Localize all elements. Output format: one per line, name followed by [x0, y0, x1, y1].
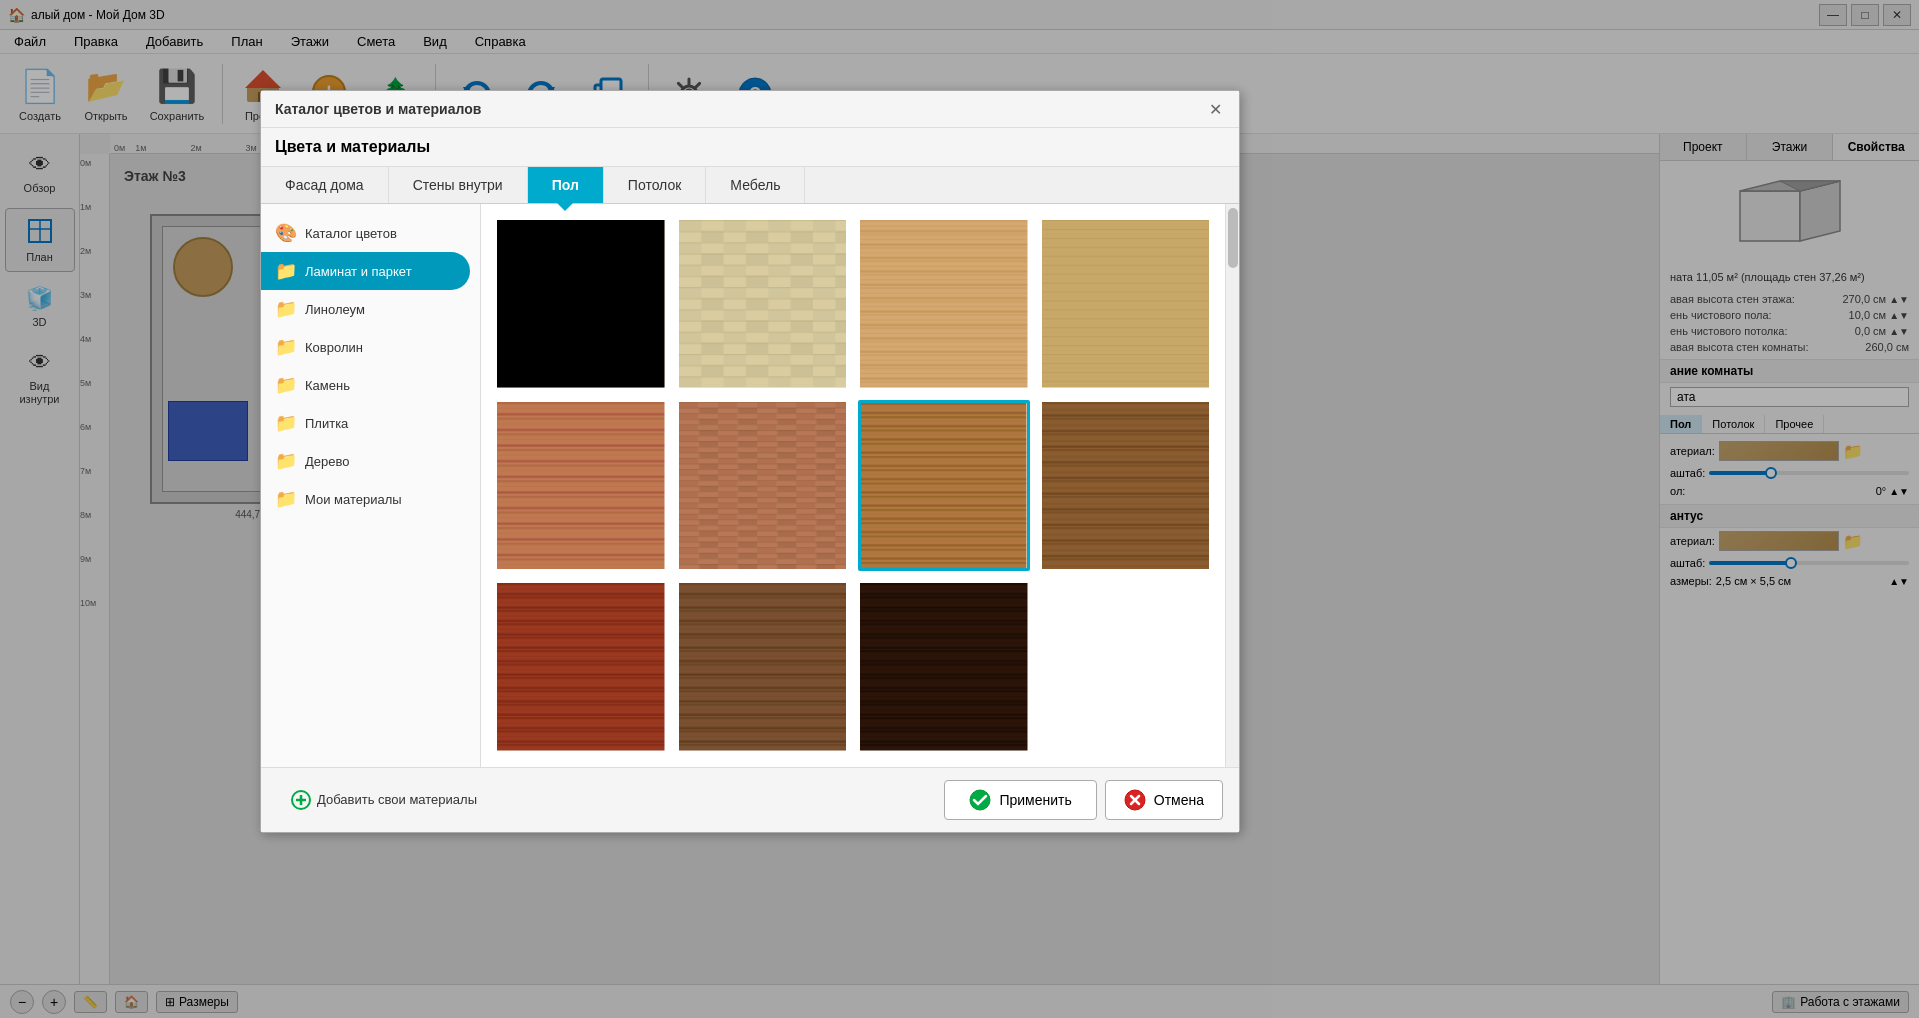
- material-thumb-5[interactable]: [677, 400, 849, 572]
- cat-tile-label: Плитка: [305, 416, 348, 431]
- material-svg-0: [497, 220, 665, 388]
- modal-overlay: Каталог цветов и материалов ✕ Цвета и ма…: [0, 0, 1919, 1018]
- svg-rect-36: [860, 220, 1028, 388]
- cat-carpet[interactable]: 📁 Ковролин: [261, 328, 480, 366]
- cat-stone[interactable]: 📁 Камень: [261, 366, 480, 404]
- material-thumb-2[interactable]: [858, 218, 1030, 390]
- material-svg-3: [1042, 220, 1210, 388]
- material-thumb-0[interactable]: [495, 218, 667, 390]
- modal-action-buttons: Применить Отмена: [944, 780, 1223, 820]
- modal-footer: Добавить свои материалы Применить: [261, 767, 1239, 832]
- cat-linoleum[interactable]: 📁 Линолеум: [261, 290, 480, 328]
- tile-icon: 📁: [275, 412, 297, 434]
- scroll-thumb[interactable]: [1228, 208, 1238, 268]
- svg-rect-25: [497, 220, 665, 388]
- cat-color-catalog-label: Каталог цветов: [305, 226, 397, 241]
- material-thumb-7[interactable]: [1040, 400, 1212, 572]
- modal-scrollbar[interactable]: [1225, 204, 1239, 767]
- modal-heading: Цвета и материалы: [275, 128, 430, 166]
- material-thumb-3[interactable]: [1040, 218, 1212, 390]
- material-svg-8: [497, 583, 665, 751]
- material-svg-5: [679, 402, 847, 570]
- tab-walls[interactable]: Стены внутри: [389, 167, 528, 203]
- add-material-label: Добавить свои материалы: [317, 792, 477, 807]
- cat-laminate[interactable]: 📁 Ламинат и паркет: [261, 252, 470, 290]
- material-thumb-10[interactable]: [858, 581, 1030, 753]
- tab-furniture[interactable]: Мебель: [706, 167, 805, 203]
- cat-laminate-label: Ламинат и паркет: [305, 264, 412, 279]
- cat-carpet-label: Ковролин: [305, 340, 363, 355]
- material-svg-10: [860, 583, 1028, 751]
- material-svg-6: [861, 403, 1027, 569]
- color-catalog-icon: 🎨: [275, 222, 297, 244]
- modal-body: 🎨 Каталог цветов 📁 Ламинат и паркет 📁 Ли…: [261, 204, 1239, 767]
- material-thumb-1[interactable]: [677, 218, 849, 390]
- apply-button[interactable]: Применить: [944, 780, 1096, 820]
- laminate-icon: 📁: [275, 260, 297, 282]
- wood-icon: 📁: [275, 450, 297, 472]
- carpet-icon: 📁: [275, 336, 297, 358]
- tab-ceiling[interactable]: Потолок: [604, 167, 707, 203]
- cat-tile[interactable]: 📁 Плитка: [261, 404, 480, 442]
- modal-title: Каталог цветов и материалов: [275, 101, 481, 117]
- modal-heading-row: Цвета и материалы: [261, 128, 1239, 167]
- cat-wood[interactable]: 📁 Дерево: [261, 442, 480, 480]
- svg-rect-40: [1042, 220, 1210, 388]
- material-svg-7: [1042, 402, 1210, 570]
- modal-sidebar: 🎨 Каталог цветов 📁 Ламинат и паркет 📁 Ли…: [261, 204, 481, 767]
- svg-rect-45: [497, 402, 665, 570]
- svg-rect-66: [497, 583, 665, 751]
- modal-tabs: Фасад дома Стены внутри Пол Потолок Мебе…: [261, 167, 1239, 204]
- modal-header: Каталог цветов и материалов ✕: [261, 91, 1239, 128]
- material-svg-4: [497, 402, 665, 570]
- material-thumb-6[interactable]: [858, 400, 1030, 572]
- material-svg-2: [860, 220, 1028, 388]
- cat-stone-label: Камень: [305, 378, 350, 393]
- cat-my-materials-label: Мои материалы: [305, 492, 402, 507]
- svg-rect-76: [860, 583, 1028, 751]
- add-icon: [291, 790, 311, 810]
- stone-icon: 📁: [275, 374, 297, 396]
- svg-rect-71: [679, 583, 847, 751]
- tab-floor[interactable]: Пол: [528, 167, 604, 203]
- cat-color-catalog[interactable]: 🎨 Каталог цветов: [261, 214, 480, 252]
- cancel-icon: [1124, 789, 1146, 811]
- cancel-label: Отмена: [1154, 792, 1204, 808]
- svg-rect-31: [679, 220, 847, 388]
- material-thumb-8[interactable]: [495, 581, 667, 753]
- cat-wood-label: Дерево: [305, 454, 349, 469]
- catalog-modal: Каталог цветов и материалов ✕ Цвета и ма…: [260, 90, 1240, 833]
- cat-linoleum-label: Линолеум: [305, 302, 365, 317]
- material-svg-1: [679, 220, 847, 388]
- modal-close-button[interactable]: ✕: [1205, 99, 1225, 119]
- svg-rect-61: [1042, 402, 1210, 570]
- material-grid-area: [481, 204, 1225, 767]
- cancel-button[interactable]: Отмена: [1105, 780, 1223, 820]
- material-thumb-9[interactable]: [677, 581, 849, 753]
- material-thumb-4[interactable]: [495, 400, 667, 572]
- svg-rect-56: [861, 403, 1027, 569]
- svg-rect-51: [679, 402, 847, 570]
- my-materials-icon: 📁: [275, 488, 297, 510]
- apply-icon: [969, 789, 991, 811]
- tab-facade[interactable]: Фасад дома: [261, 167, 389, 203]
- material-svg-9: [679, 583, 847, 751]
- apply-label: Применить: [999, 792, 1071, 808]
- add-material-button[interactable]: Добавить свои материалы: [277, 784, 491, 816]
- material-grid: [495, 218, 1211, 753]
- cat-my-materials[interactable]: 📁 Мои материалы: [261, 480, 480, 518]
- linoleum-icon: 📁: [275, 298, 297, 320]
